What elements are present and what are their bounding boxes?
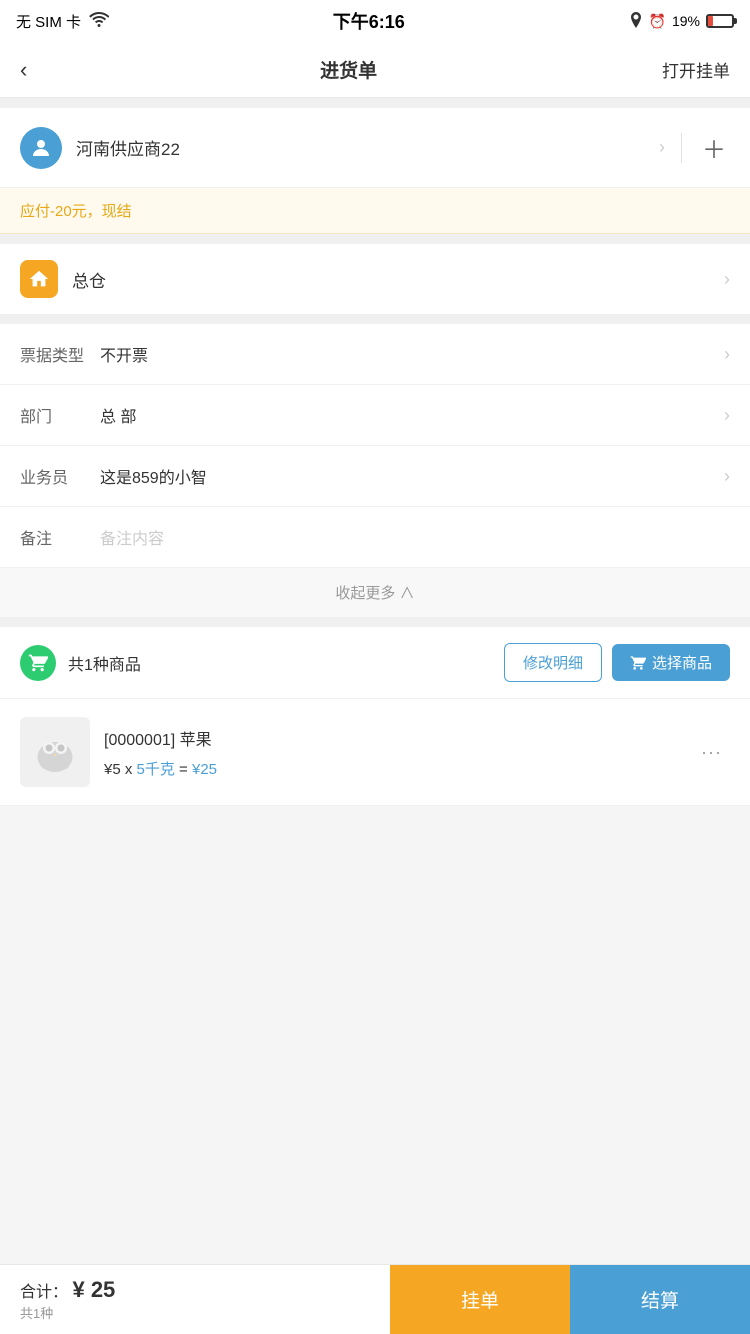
warehouse-row[interactable]: 总仓 › (0, 244, 750, 314)
wifi-icon (89, 11, 109, 31)
warehouse-chevron-icon: › (724, 269, 730, 290)
add-supplier-button[interactable]: ＋ (698, 126, 730, 169)
remark-row[interactable]: 备注 备注内容 (0, 507, 750, 568)
footer-spacer (0, 806, 750, 826)
battery-percent: 19% (672, 13, 700, 29)
invoice-type-row[interactable]: 票据类型 不开票 › (0, 324, 750, 385)
supplier-row[interactable]: 河南供应商22 › ＋ (0, 108, 750, 188)
products-section: 共1种商品 修改明细 选择商品 (0, 627, 750, 806)
supplier-section: 河南供应商22 › ＋ 应付-20元，现结 (0, 108, 750, 234)
collapse-button[interactable]: 收起更多 ∧ (0, 568, 750, 617)
footer: 合计： ¥ 25 共1种 挂单 结算 (0, 1264, 750, 1334)
total-label: 合计： (20, 1284, 68, 1301)
status-time: 下午6:16 (333, 8, 405, 34)
settle-button[interactable]: 结算 (570, 1265, 750, 1334)
select-product-button[interactable]: 选择商品 (612, 644, 730, 681)
supplier-avatar (20, 127, 62, 169)
notice-banner: 应付-20元，现结 (0, 188, 750, 234)
warehouse-icon (20, 260, 58, 298)
unit-price: ¥5 (104, 761, 121, 778)
sales-label: 业务员 (20, 464, 100, 488)
form-section: 票据类型 不开票 › 部门 总 部 › 业务员 这是859的小智 › 备注 备注… (0, 324, 750, 568)
footer-total: 合计： ¥ 25 共1种 (0, 1277, 390, 1322)
edit-detail-button[interactable]: 修改明细 (504, 643, 602, 682)
dept-value: 总 部 (100, 403, 724, 427)
status-bar: 无 SIM 卡 下午6:16 ⏰ 19% (0, 0, 750, 42)
line-total: ¥25 (192, 761, 217, 778)
supplier-chevron-icon: › (659, 137, 665, 158)
sales-value: 这是859的小智 (100, 464, 724, 488)
invoice-value: 不开票 (100, 342, 724, 366)
warehouse-section: 总仓 › (0, 244, 750, 314)
page-title: 进货单 (35, 56, 662, 83)
product-more-button[interactable]: ··· (693, 738, 730, 767)
battery-icon (706, 14, 734, 28)
open-hang-button[interactable]: 打开挂单 (662, 57, 730, 82)
select-btn-label: 选择商品 (652, 652, 712, 673)
quantity: 5千克 (137, 761, 175, 778)
invoice-chevron-icon: › (724, 344, 730, 365)
section-gap-2 (0, 234, 750, 244)
dept-row[interactable]: 部门 总 部 › (0, 385, 750, 446)
product-code: [0000001] (104, 732, 175, 749)
supplier-name: 河南供应商22 (76, 135, 659, 160)
product-thumbnail (20, 717, 90, 787)
vertical-divider (681, 133, 682, 163)
carrier-text: 无 SIM 卡 (16, 11, 81, 32)
product-item: [0000001] 苹果 ¥5 x 5千克 = ¥25 ··· (0, 699, 750, 806)
section-gap-3 (0, 314, 750, 324)
remark-label: 备注 (20, 525, 100, 549)
invoice-label: 票据类型 (20, 342, 100, 366)
product-price: ¥5 x 5千克 = ¥25 (104, 758, 693, 779)
total-amount: ¥ 25 (72, 1277, 115, 1302)
dept-label: 部门 (20, 403, 100, 427)
status-left: 无 SIM 卡 (16, 11, 109, 32)
products-count: 共1种商品 (68, 651, 504, 675)
status-right: ⏰ 19% (629, 12, 734, 31)
alarm-icon: ⏰ (649, 13, 666, 30)
nav-bar: ‹ 进货单 打开挂单 (0, 42, 750, 98)
section-gap-4 (0, 617, 750, 627)
warehouse-name: 总仓 (72, 267, 724, 292)
sales-chevron-icon: › (724, 466, 730, 487)
back-button[interactable]: ‹ (20, 49, 35, 91)
sales-row[interactable]: 业务员 这是859的小智 › (0, 446, 750, 507)
remark-value[interactable]: 备注内容 (100, 525, 730, 549)
dept-chevron-icon: › (724, 405, 730, 426)
products-cart-icon (20, 645, 56, 681)
total-count: 共1种 (20, 1303, 370, 1322)
location-icon (629, 12, 643, 31)
product-info: [0000001] 苹果 ¥5 x 5千克 = ¥25 (104, 726, 693, 779)
product-name: [0000001] 苹果 (104, 726, 693, 750)
products-header: 共1种商品 修改明细 选择商品 (0, 627, 750, 699)
product-title: 苹果 (180, 732, 212, 749)
section-gap-1 (0, 98, 750, 108)
hang-button[interactable]: 挂单 (390, 1265, 570, 1334)
